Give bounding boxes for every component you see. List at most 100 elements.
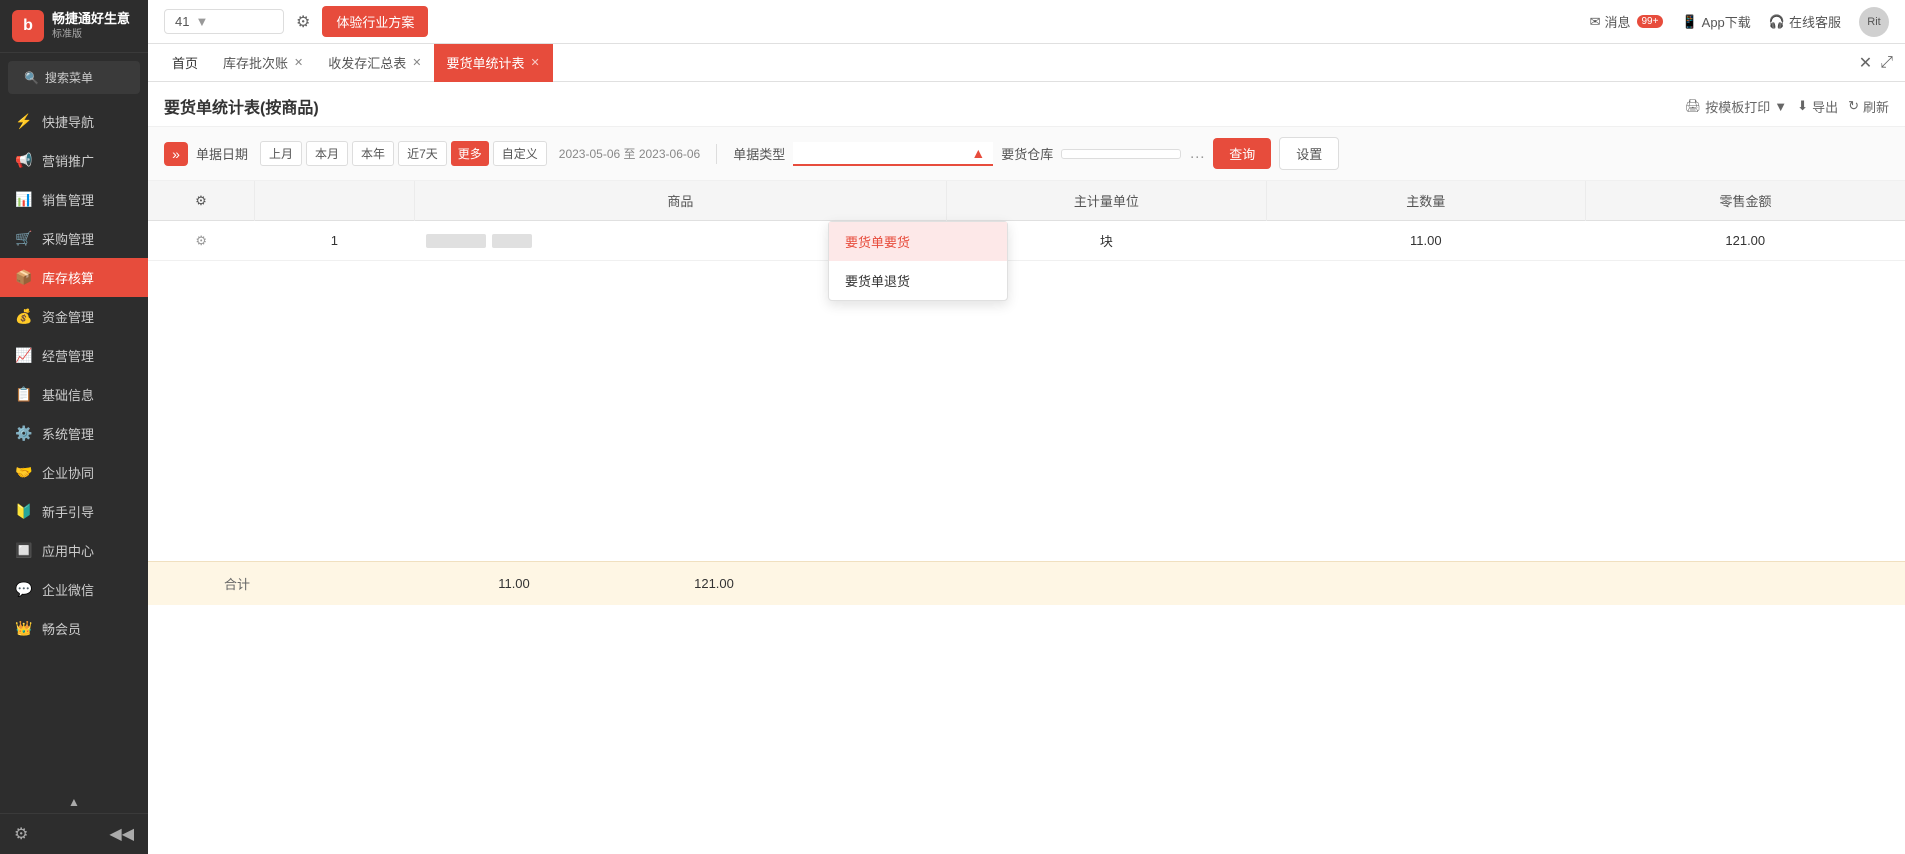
filter-divider: [716, 144, 717, 164]
app-center-icon: 🔲: [14, 542, 34, 559]
refresh-btn[interactable]: ↻ 刷新: [1848, 97, 1889, 116]
close-tab-inventory-batch[interactable]: ✕: [294, 56, 303, 69]
page-actions: 🖨 按模板打印 ▼ ⬇ 导出 ↻ 刷新: [1685, 97, 1889, 116]
dropdown-item-requisition-order[interactable]: 要货单要货: [829, 222, 1007, 261]
sidebar-item-inventory[interactable]: 📦 库存核算: [0, 258, 148, 297]
tab-requisition-stats[interactable]: 要货单统计表 ✕: [434, 44, 552, 82]
sidebar-scroll-up-btn[interactable]: ▲: [68, 795, 80, 809]
sidebar-item-label: 销售管理: [42, 190, 94, 209]
settings-btn[interactable]: 设置: [1279, 137, 1339, 170]
warehouse-filter-input[interactable]: [1061, 149, 1181, 159]
sidebar-item-label: 企业协同: [42, 463, 94, 482]
operations-icon: 📈: [14, 347, 34, 364]
type-filter-label: 单据类型: [733, 144, 785, 163]
export-btn[interactable]: ⬇ 导出: [1797, 97, 1838, 116]
sidebar-item-enterprise[interactable]: 🤝 企业协同: [0, 453, 148, 492]
close-tab-requisition-stats[interactable]: ✕: [531, 56, 540, 69]
query-btn[interactable]: 查询: [1213, 138, 1271, 169]
sidebar-item-basic[interactable]: 📋 基础信息: [0, 375, 148, 414]
print-template-btn[interactable]: 🖨 按模板打印 ▼: [1685, 97, 1787, 116]
this-month-btn[interactable]: 本月: [306, 141, 348, 166]
logo-icon: b: [12, 10, 44, 42]
col-unit: 主计量单位: [947, 181, 1266, 221]
col-product: 商品: [414, 181, 946, 221]
basic-icon: 📋: [14, 386, 34, 403]
col-index: [254, 181, 414, 221]
last-month-btn[interactable]: 上月: [260, 141, 302, 166]
type-filter-select[interactable]: ▲: [793, 142, 993, 166]
sidebar-item-app-center[interactable]: 🔲 应用中心: [0, 531, 148, 570]
sidebar-item-label: 基础信息: [42, 385, 94, 404]
filter-more-options-btn[interactable]: …: [1189, 145, 1205, 163]
messages-btn[interactable]: ✉ 消息 99+: [1590, 12, 1664, 31]
row-settings-btn[interactable]: ⚙: [148, 221, 254, 261]
col-qty: 主数量: [1266, 181, 1585, 221]
refresh-icon: ↻: [1848, 98, 1859, 114]
sidebar-item-label: 快捷导航: [42, 112, 94, 131]
sidebar-item-operations[interactable]: 📈 经营管理: [0, 336, 148, 375]
sidebar-item-label: 经营管理: [42, 346, 94, 365]
last-7-days-btn[interactable]: 近7天: [398, 141, 447, 166]
content-area: 要货单统计表(按商品) 🖨 按模板打印 ▼ ⬇ 导出 ↻ 刷新: [148, 82, 1905, 854]
sidebar-item-label: 畅会员: [42, 619, 81, 638]
sidebar-item-label: 新手引导: [42, 502, 94, 521]
sidebar: b 畅捷通好生意 标准版 🔍 搜索菜单 ⚡ 快捷导航 📢 营销推广 📊 销售管理…: [0, 0, 148, 854]
filter-expand-btn[interactable]: »: [164, 142, 188, 166]
tabs-bar: 首页 库存批次账 ✕ 收发存汇总表 ✕ 要货单统计表 ✕ ✕ ⤢: [148, 44, 1905, 82]
quick-nav-icon: ⚡: [14, 113, 34, 130]
system-icon: ⚙️: [14, 425, 34, 442]
sidebar-item-sales[interactable]: 📊 销售管理: [0, 180, 148, 219]
online-service-btn[interactable]: 🎧 在线客服: [1769, 12, 1841, 31]
header-left: 41 ▼ ⚙ 体验行业方案: [164, 6, 1590, 37]
trial-btn[interactable]: 体验行业方案: [322, 6, 428, 37]
tabs-right: ✕ ⤢: [1859, 53, 1893, 73]
marketing-icon: 📢: [14, 152, 34, 169]
search-menu[interactable]: 🔍 搜索菜单: [8, 61, 140, 94]
content-spacer: [148, 261, 1905, 561]
sidebar-item-member[interactable]: 👑 畅会员: [0, 609, 148, 648]
settings-gear-btn[interactable]: ⚙: [296, 12, 310, 32]
sidebar-item-system[interactable]: ⚙️ 系统管理: [0, 414, 148, 453]
data-table: ⚙ 商品 主计量单位 主数量 零售金额 ⚙ 1: [148, 181, 1905, 261]
sidebar-item-purchase[interactable]: 🛒 采购管理: [0, 219, 148, 258]
sidebar-item-finance[interactable]: 💰 资金管理: [0, 297, 148, 336]
tab-home[interactable]: 首页: [160, 44, 211, 82]
sidebar-item-quick-nav[interactable]: ⚡ 快捷导航: [0, 102, 148, 141]
finance-icon: 💰: [14, 308, 34, 325]
collapse-sidebar-btn[interactable]: ◀◀: [109, 824, 134, 844]
sidebar-item-label: 采购管理: [42, 229, 94, 248]
main-area: 41 ▼ ⚙ 体验行业方案 ✉ 消息 99+ 📱 App下载 🎧 在线客服 Ri…: [148, 0, 1905, 854]
app-download-btn[interactable]: 📱 App下载: [1681, 12, 1750, 31]
type-dropdown: 要货单要货 要货单退货: [828, 221, 1008, 301]
close-all-tabs-btn[interactable]: ✕: [1859, 53, 1872, 73]
custom-date-btn[interactable]: 自定义: [493, 141, 547, 166]
sidebar-item-wechat[interactable]: 💬 企业微信: [0, 570, 148, 609]
chevron-down-icon: ▼: [1774, 99, 1787, 114]
user-avatar[interactable]: Rit: [1859, 7, 1889, 37]
chevron-down-icon: ▼: [195, 14, 208, 29]
tab-receive-summary[interactable]: 收发存汇总表 ✕: [316, 44, 434, 82]
sidebar-item-marketing[interactable]: 📢 营销推广: [0, 141, 148, 180]
expand-tab-btn[interactable]: ⤢: [1880, 54, 1893, 72]
date-range-display: 2023-05-06 至 2023-06-06: [559, 145, 700, 162]
enterprise-icon: 🤝: [14, 464, 34, 481]
sidebar-item-guide[interactable]: 🔰 新手引导: [0, 492, 148, 531]
sidebar-item-label: 企业微信: [42, 580, 94, 599]
row-qty: 11.00: [1266, 221, 1585, 261]
store-selector[interactable]: 41 ▼: [164, 9, 284, 34]
settings-footer-icon[interactable]: ⚙: [14, 824, 28, 844]
this-year-btn[interactable]: 本年: [352, 141, 394, 166]
tab-inventory-batch[interactable]: 库存批次账 ✕: [211, 44, 316, 82]
total-qty: 11.00: [414, 576, 614, 591]
col-settings[interactable]: ⚙: [148, 181, 254, 221]
dropdown-item-requisition-return[interactable]: 要货单退货: [829, 261, 1007, 300]
product-name-placeholder: [426, 234, 486, 248]
total-label: 合计: [164, 574, 414, 593]
date-buttons: 上月 本月 本年 近7天 更多 自定义: [260, 141, 547, 166]
headset-icon: 🎧: [1769, 14, 1785, 30]
sidebar-item-label: 应用中心: [42, 541, 94, 560]
warehouse-filter-label: 要货仓库: [1001, 144, 1053, 163]
close-tab-receive-summary[interactable]: ✕: [412, 56, 421, 69]
page-container: 要货单统计表(按商品) 🖨 按模板打印 ▼ ⬇ 导出 ↻ 刷新: [148, 82, 1905, 854]
more-dates-btn[interactable]: 更多: [451, 141, 489, 166]
